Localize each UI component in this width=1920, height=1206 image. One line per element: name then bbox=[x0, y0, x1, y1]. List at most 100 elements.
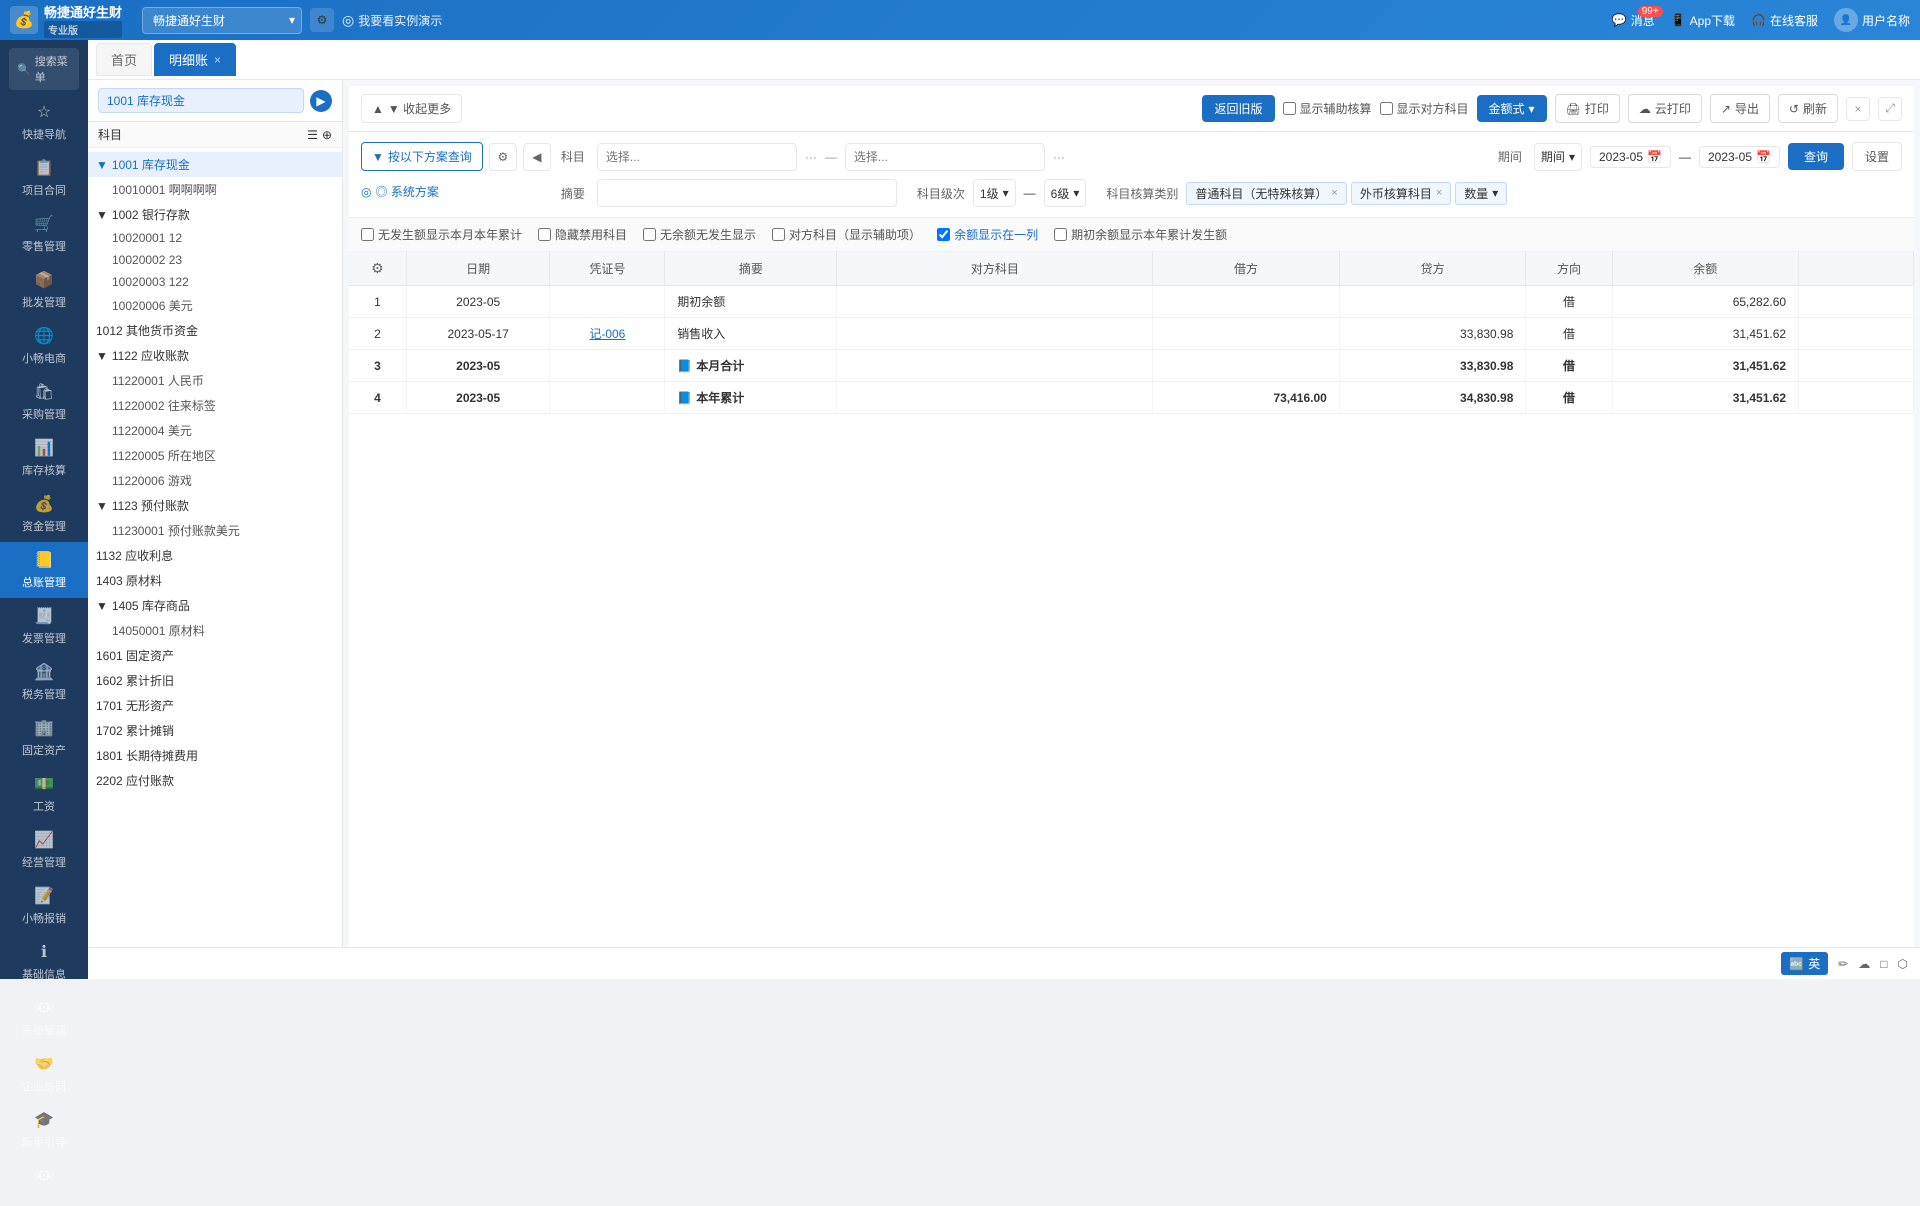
tree-item-11220005[interactable]: 11220005 所在地区 bbox=[88, 443, 342, 468]
tree-item-2202[interactable]: 2202 应付账款 bbox=[88, 768, 342, 793]
bottom-icon-2[interactable]: ☁ bbox=[1858, 957, 1870, 971]
tree-item-1002[interactable]: ▼ 1002 银行存款 bbox=[88, 202, 342, 227]
tab-ledger[interactable]: 明细账 × bbox=[154, 43, 236, 76]
tree-item-1602[interactable]: 1602 累计折旧 bbox=[88, 668, 342, 693]
demo-link[interactable]: ◎ 我要看实例演示 bbox=[342, 12, 442, 29]
tag-foreign-close[interactable]: × bbox=[1436, 187, 1442, 199]
sidebar-item-invoice[interactable]: 🧾 发票管理 bbox=[0, 598, 88, 654]
level-from-select[interactable]: 1级 ▾ bbox=[973, 179, 1016, 207]
tree-item-10020006[interactable]: 10020006 美元 bbox=[88, 293, 342, 318]
sidebar-item-operations[interactable]: 📈 经营管理 bbox=[0, 822, 88, 878]
tree-item-11220004[interactable]: 11220004 美元 bbox=[88, 418, 342, 443]
message-action[interactable]: 💬 消息 99+ bbox=[1612, 12, 1655, 29]
show-aux-input[interactable] bbox=[1283, 102, 1296, 115]
tree-item-1701[interactable]: 1701 无形资产 bbox=[88, 693, 342, 718]
tree-item-14050001[interactable]: 14050001 原材料 bbox=[88, 618, 342, 643]
tree-item-1012[interactable]: 1012 其他货币资金 bbox=[88, 318, 342, 343]
search-btn[interactable]: 查询 bbox=[1788, 143, 1844, 170]
show-opp-checkbox[interactable]: 显示对方科目 bbox=[1380, 100, 1469, 117]
sidebar-item-system[interactable]: ⚙ 系统管理 bbox=[0, 990, 88, 1046]
cb-no-amount[interactable]: 无发生额显示本月本年累计 bbox=[361, 226, 522, 243]
tab-close-icon[interactable]: × bbox=[214, 53, 221, 67]
tree-item-1601[interactable]: 1601 固定资产 bbox=[88, 643, 342, 668]
summary-input[interactable] bbox=[597, 179, 897, 207]
user-profile[interactable]: 👤 用户名称 bbox=[1834, 8, 1910, 32]
voucher-link-2[interactable]: 记-006 bbox=[589, 327, 625, 341]
bottom-icon-3[interactable]: □ bbox=[1880, 957, 1887, 971]
sidebar-item-collab[interactable]: 🤝 企业协同 bbox=[0, 1046, 88, 1102]
workspace-selector[interactable]: 畅捷通好生财 ▾ bbox=[142, 7, 302, 34]
cb-balance-col[interactable]: 余额显示在一列 bbox=[937, 226, 1038, 243]
cb-year-amount[interactable]: 期初余额显示本年累计发生额 bbox=[1054, 226, 1227, 243]
period-type-select[interactable]: 期间 ▾ bbox=[1534, 143, 1582, 171]
online-service-action[interactable]: 🎧 在线客服 bbox=[1751, 12, 1818, 29]
tree-item-10020002[interactable]: 10020002 23 bbox=[88, 249, 342, 271]
subject-end-input[interactable] bbox=[845, 143, 1045, 171]
table-settings-icon[interactable]: ⚙ bbox=[371, 260, 384, 276]
sidebar-item-expense[interactable]: 📝 小畅报销 bbox=[0, 878, 88, 934]
cb-opposite[interactable]: 对方科目（显示辅助项） bbox=[772, 226, 921, 243]
sidebar-item-quick-nav[interactable]: ☆ 快捷导航 bbox=[0, 94, 88, 150]
tree-item-11220001[interactable]: 11220001 人民币 bbox=[88, 368, 342, 393]
sidebar-item-ecommerce[interactable]: 🌐 小畅电商 bbox=[0, 318, 88, 374]
show-aux-checkbox[interactable]: 显示辅助核算 bbox=[1283, 100, 1372, 117]
settings-btn[interactable]: 设置 bbox=[1852, 142, 1902, 171]
scheme-btn[interactable]: ▼ 按以下方案查询 bbox=[361, 142, 483, 171]
close-panel-btn[interactable]: × bbox=[1846, 97, 1870, 121]
period-end-input[interactable]: 2023-05 📅 bbox=[1699, 146, 1780, 168]
bottom-icon-1[interactable]: ✏ bbox=[1838, 957, 1848, 971]
cb-no-amount-input[interactable] bbox=[361, 228, 374, 241]
sidebar-item-project[interactable]: 📋 项目合同 bbox=[0, 150, 88, 206]
cloud-print-btn[interactable]: ☁ 云打印 bbox=[1628, 94, 1702, 123]
bottom-icon-4[interactable]: ⬡ bbox=[1898, 957, 1908, 971]
tree-item-10020001[interactable]: 10020001 12 bbox=[88, 227, 342, 249]
show-opp-input[interactable] bbox=[1380, 102, 1393, 115]
back-to-old-btn[interactable]: 返回旧版 bbox=[1202, 95, 1274, 122]
sidebar-item-fixed-assets[interactable]: 🏢 固定资产 bbox=[0, 710, 88, 766]
cb-hide-disabled[interactable]: 隐藏禁用科目 bbox=[538, 226, 627, 243]
app-download-action[interactable]: 📱 App下载 bbox=[1671, 12, 1735, 29]
cb-year-amount-input[interactable] bbox=[1054, 228, 1067, 241]
level-to-select[interactable]: 6级 ▾ bbox=[1044, 179, 1087, 207]
tree-item-1405[interactable]: ▼ 1405 库存商品 bbox=[88, 593, 342, 618]
filter-collapse-btn[interactable]: ◀ bbox=[523, 143, 551, 171]
refresh-btn[interactable]: ↺ 刷新 bbox=[1778, 94, 1838, 123]
sidebar-item-basic-info[interactable]: ℹ 基础信息 bbox=[0, 934, 88, 990]
sidebar-item-finance[interactable]: 💰 资金管理 bbox=[0, 486, 88, 542]
next-account-btn[interactable]: ▶ bbox=[310, 90, 332, 112]
tree-item-1403[interactable]: 1403 原材料 bbox=[88, 568, 342, 593]
subject-input[interactable] bbox=[597, 143, 797, 171]
cb-opposite-input[interactable] bbox=[772, 228, 785, 241]
sidebar-search[interactable]: 🔍 搜索菜单 bbox=[9, 48, 79, 90]
cb-hide-disabled-input[interactable] bbox=[538, 228, 551, 241]
tree-item-11220006[interactable]: 11220006 游戏 bbox=[88, 468, 342, 493]
sidebar-item-wholesale[interactable]: 📦 批发管理 bbox=[0, 262, 88, 318]
sidebar-item-purchase[interactable]: 🛍 采购管理 bbox=[0, 374, 88, 430]
tree-item-1132[interactable]: 1132 应收利息 bbox=[88, 543, 342, 568]
filter-settings-icon-btn[interactable]: ⚙ bbox=[489, 143, 517, 171]
tree-item-11230001[interactable]: 11230001 预付账款美元 bbox=[88, 518, 342, 543]
cb-balance-col-input[interactable] bbox=[937, 228, 950, 241]
tree-list-icon[interactable]: ☰ bbox=[307, 128, 318, 142]
tree-item-1702[interactable]: 1702 累计摊销 bbox=[88, 718, 342, 743]
cb-no-balance[interactable]: 无余额无发生显示 bbox=[643, 226, 756, 243]
maximize-btn[interactable]: ⤢ bbox=[1878, 97, 1902, 121]
tree-item-10010001[interactable]: 10010001 啊啊啊啊 bbox=[88, 177, 342, 202]
cell-voucher-2[interactable]: 记-006 bbox=[550, 318, 665, 350]
export-btn[interactable]: ↗ 导出 bbox=[1710, 94, 1770, 123]
tree-item-10020003[interactable]: 10020003 122 bbox=[88, 271, 342, 293]
tag-ordinary-close[interactable]: × bbox=[1331, 187, 1337, 199]
tree-expand-icon[interactable]: ⊕ bbox=[322, 128, 332, 142]
sidebar-item-guide[interactable]: 🎓 新手引导 bbox=[0, 1102, 88, 1158]
tree-item-1122[interactable]: ▼ 1122 应收账款 bbox=[88, 343, 342, 368]
period-start-input[interactable]: 2023-05 📅 bbox=[1590, 146, 1671, 168]
sidebar-settings[interactable]: ⚙ bbox=[33, 1158, 55, 1196]
sidebar-item-tax[interactable]: 🏦 税务管理 bbox=[0, 654, 88, 710]
tree-item-1123[interactable]: ▼ 1123 预付账款 bbox=[88, 493, 342, 518]
tab-home[interactable]: 首页 bbox=[96, 43, 152, 76]
print-btn[interactable]: 🖨 打印 bbox=[1555, 94, 1620, 123]
sidebar-item-payroll[interactable]: 💵 工资 bbox=[0, 766, 88, 822]
settings-icon[interactable]: ⚙ bbox=[310, 8, 334, 32]
lang-btn[interactable]: 🔤 英 bbox=[1781, 952, 1828, 975]
cb-no-balance-input[interactable] bbox=[643, 228, 656, 241]
